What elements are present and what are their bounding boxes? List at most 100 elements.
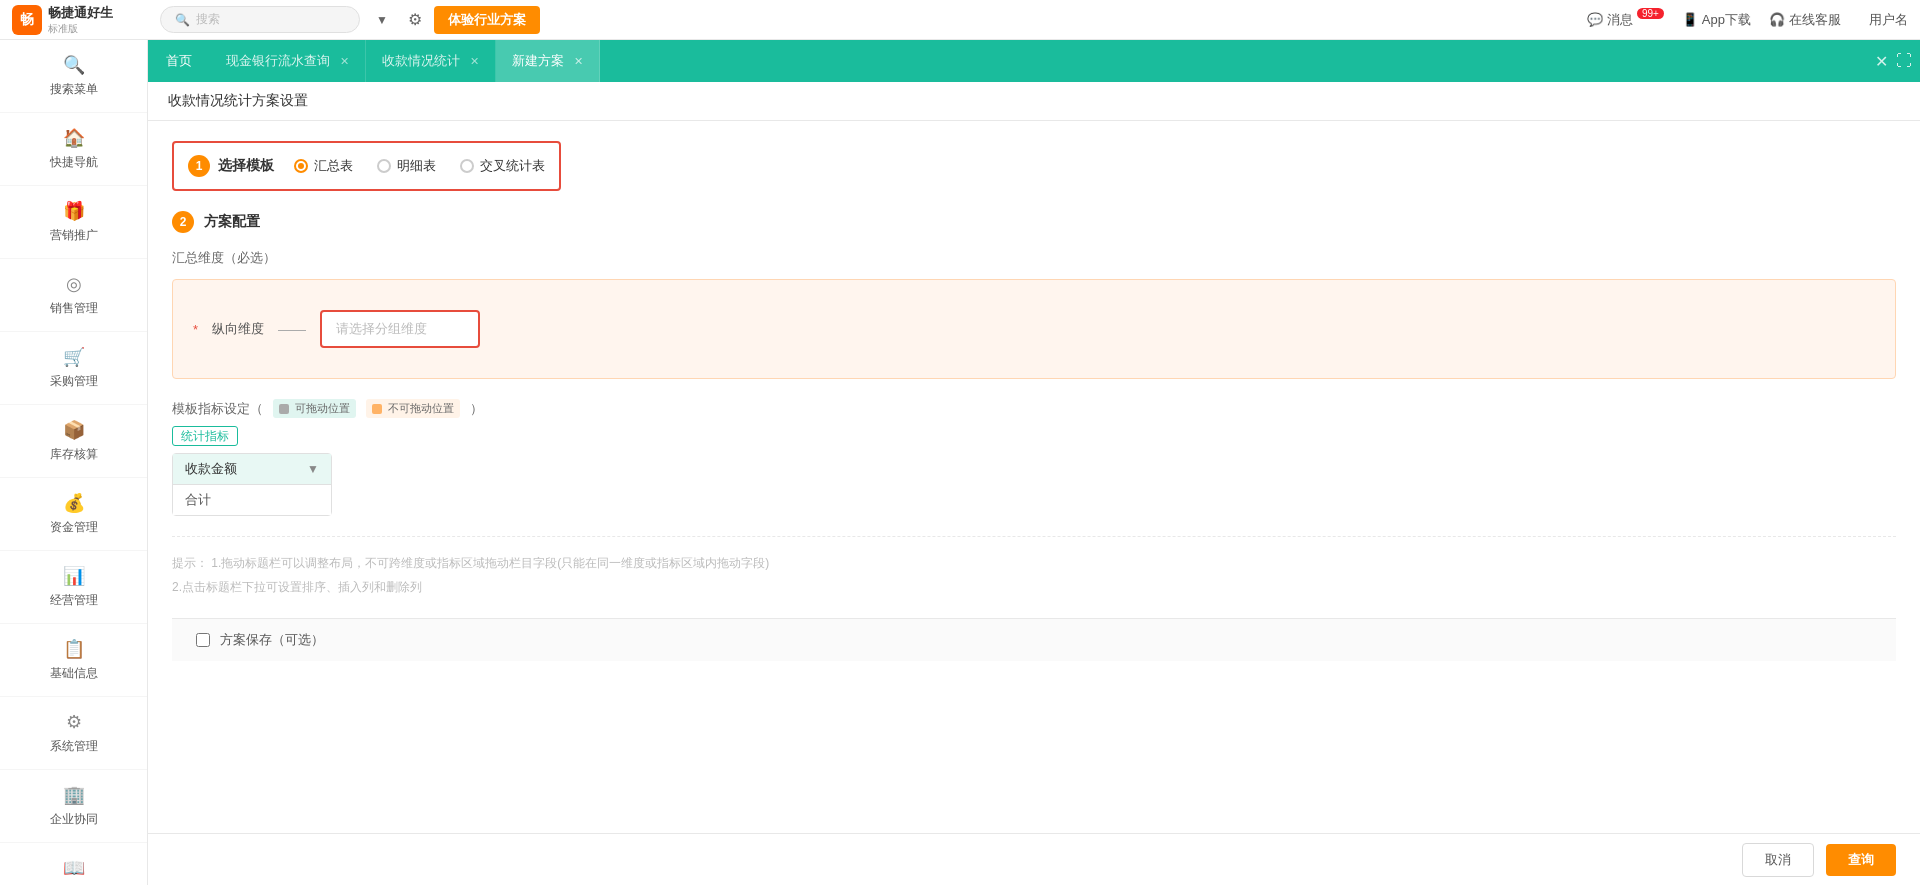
sidebar-item-sales[interactable]: ◎ 销售管理 (0, 259, 147, 332)
management-icon: 📊 (63, 565, 85, 587)
tab-close-icon[interactable]: ✕ (470, 55, 479, 68)
message-icon: 💬 (1587, 12, 1603, 27)
step2-header: 2 方案配置 (172, 211, 1896, 233)
dimension-section-label: 汇总维度（必选） (172, 249, 1896, 267)
sidebar-item-label: 资金管理 (50, 519, 98, 536)
metric-dropdown-icon[interactable]: ▼ (307, 462, 319, 476)
step2-section: 2 方案配置 汇总维度（必选） * 纵向维度 —— 请选择分组维度 (172, 211, 1896, 598)
sidebar-item-guide[interactable]: 📖 新手引导 (0, 843, 147, 885)
purchase-icon: 🛒 (63, 346, 85, 368)
query-button[interactable]: 查询 (1826, 844, 1896, 876)
step1-section: 1 选择模板 汇总表 明细表 (172, 141, 1896, 191)
sidebar: 🔍 搜索菜单 🏠 快捷导航 🎁 营销推广 ◎ 销售管理 🛒 采购管理 📦 库存核… (0, 40, 148, 885)
download-icon: 📱 (1682, 12, 1698, 27)
tab-home[interactable]: 首页 (148, 40, 210, 82)
tip-1: 提示： 1.拖动标题栏可以调整布局，不可跨维度或指标区域拖动栏目字段(只能在同一… (172, 553, 1896, 575)
online-service-button[interactable]: 🎧 在线客服 (1769, 11, 1841, 29)
radio-label-summary: 汇总表 (314, 157, 353, 175)
step2-badge: 2 (172, 211, 194, 233)
vertical-label: 纵向维度 (212, 320, 264, 338)
sidebar-item-management[interactable]: 📊 经营管理 (0, 551, 147, 624)
metric-section-label: 统计指标 (172, 426, 238, 446)
sidebar-item-inventory[interactable]: 📦 库存核算 (0, 405, 147, 478)
radio-label-crosstab: 交叉统计表 (480, 157, 545, 175)
maximize-icon[interactable]: ⛶ (1896, 52, 1912, 70)
non-draggable-dot (372, 404, 382, 414)
sidebar-item-quicknav[interactable]: 🏠 快捷导航 (0, 113, 147, 186)
metric-settings-title: 模板指标设定（ 可拖动位置 不可拖动位置 ） (172, 399, 1896, 418)
tab-collections[interactable]: 收款情况统计 ✕ (366, 40, 496, 82)
page-content: 收款情况统计方案设置 1 选择模板 汇 (148, 82, 1920, 833)
tab-new-scheme[interactable]: 新建方案 ✕ (496, 40, 600, 82)
app-download-button[interactable]: 📱 App下载 (1682, 11, 1751, 29)
logo-area: 畅 畅捷通好生 标准版 (12, 4, 160, 36)
tab-close-icon[interactable]: ✕ (574, 55, 583, 68)
radio-circle-summary (294, 159, 308, 173)
close-window-icon[interactable]: ✕ (1875, 52, 1888, 71)
metric-settings: 模板指标设定（ 可拖动位置 不可拖动位置 ） (172, 399, 1896, 516)
radio-detail[interactable]: 明细表 (377, 157, 436, 175)
bottom-action-bar: 取消 查询 (148, 833, 1920, 885)
search-icon: 🔍 (63, 54, 85, 76)
sidebar-item-finance[interactable]: 💰 资金管理 (0, 478, 147, 551)
non-draggable-badge: 不可拖动位置 (366, 399, 460, 418)
sidebar-item-label: 搜索菜单 (50, 81, 98, 98)
draggable-badge: 可拖动位置 (273, 399, 356, 418)
trial-button[interactable]: 体验行业方案 (434, 6, 540, 34)
step1-header: 1 选择模板 汇总表 明细表 (172, 141, 1896, 191)
notification-badge: 99+ (1637, 8, 1664, 19)
download-label: App下载 (1702, 11, 1751, 29)
sidebar-item-label: 基础信息 (50, 665, 98, 682)
arrow-icon: —— (278, 321, 306, 337)
radio-summary[interactable]: 汇总表 (294, 157, 353, 175)
gear-icon: ⚙ (66, 711, 82, 733)
sidebar-item-basic-info[interactable]: 📋 基础信息 (0, 624, 147, 697)
save-checkbox[interactable] (196, 633, 210, 647)
notification-label: 消息 (1607, 11, 1633, 29)
user-name[interactable]: 用户名 (1859, 11, 1908, 29)
radio-crosstab[interactable]: 交叉统计表 (460, 157, 545, 175)
sidebar-item-search[interactable]: 🔍 搜索菜单 (0, 40, 147, 113)
sidebar-item-collab[interactable]: 🏢 企业协同 (0, 770, 147, 843)
sidebar-item-label: 快捷导航 (50, 154, 98, 171)
tips-text: 提示： 1.拖动标题栏可以调整布局，不可跨维度或指标区域拖动栏目字段(只能在同一… (172, 553, 1896, 598)
header-middle: 🔍 搜索 ▼ ⚙ 体验行业方案 (160, 6, 1587, 34)
sidebar-item-label: 销售管理 (50, 300, 98, 317)
metric-header[interactable]: 收款金额 ▼ (173, 454, 331, 485)
step1-label: 选择模板 (218, 157, 274, 175)
draggable-dot (279, 404, 289, 414)
header-search-bar[interactable]: 🔍 搜索 (160, 6, 360, 33)
header-dropdown-button[interactable]: ▼ (368, 9, 396, 31)
collab-icon: 🏢 (63, 784, 85, 806)
sidebar-item-label: 经营管理 (50, 592, 98, 609)
search-icon: 🔍 (175, 13, 190, 27)
sidebar-item-label: 企业协同 (50, 811, 98, 828)
tab-cashflow[interactable]: 现金银行流水查询 ✕ (210, 40, 366, 82)
tab-bar-right: ✕ ⛶ (1875, 40, 1920, 82)
cancel-button[interactable]: 取消 (1742, 843, 1814, 877)
logo-text: 畅捷通好生 (48, 4, 113, 22)
sidebar-item-label: 库存核算 (50, 446, 98, 463)
sales-icon: ◎ (66, 273, 82, 295)
dimension-select[interactable]: 请选择分组维度 (320, 310, 480, 348)
finance-icon: 💰 (63, 492, 85, 514)
sidebar-item-system[interactable]: ⚙ 系统管理 (0, 697, 147, 770)
home-icon: 🏠 (63, 127, 85, 149)
notification-button[interactable]: 💬 消息 99+ (1587, 11, 1664, 29)
tab-bar: 首页 现金银行流水查询 ✕ 收款情况统计 ✕ 新建方案 ✕ ✕ ⛶ (148, 40, 1920, 82)
config-section: 汇总维度（必选） * 纵向维度 —— 请选择分组维度 (172, 249, 1896, 598)
dimension-area: * 纵向维度 —— 请选择分组维度 (172, 279, 1896, 379)
settings-icon[interactable]: ⚙ (404, 6, 426, 33)
page-title: 收款情况统计方案设置 (148, 82, 1920, 121)
save-section: 方案保存（可选） (172, 618, 1896, 661)
dimension-select-placeholder: 请选择分组维度 (336, 321, 427, 336)
sidebar-item-purchase[interactable]: 🛒 采购管理 (0, 332, 147, 405)
guide-icon: 📖 (63, 857, 85, 879)
dimension-row: * 纵向维度 —— 请选择分组维度 (193, 310, 480, 348)
metric-column-header: 收款金额 (185, 460, 237, 478)
sidebar-item-marketing[interactable]: 🎁 营销推广 (0, 186, 147, 259)
service-label: 在线客服 (1789, 11, 1841, 29)
tab-close-icon[interactable]: ✕ (340, 55, 349, 68)
inventory-icon: 📦 (63, 419, 85, 441)
required-mark: * (193, 322, 198, 337)
